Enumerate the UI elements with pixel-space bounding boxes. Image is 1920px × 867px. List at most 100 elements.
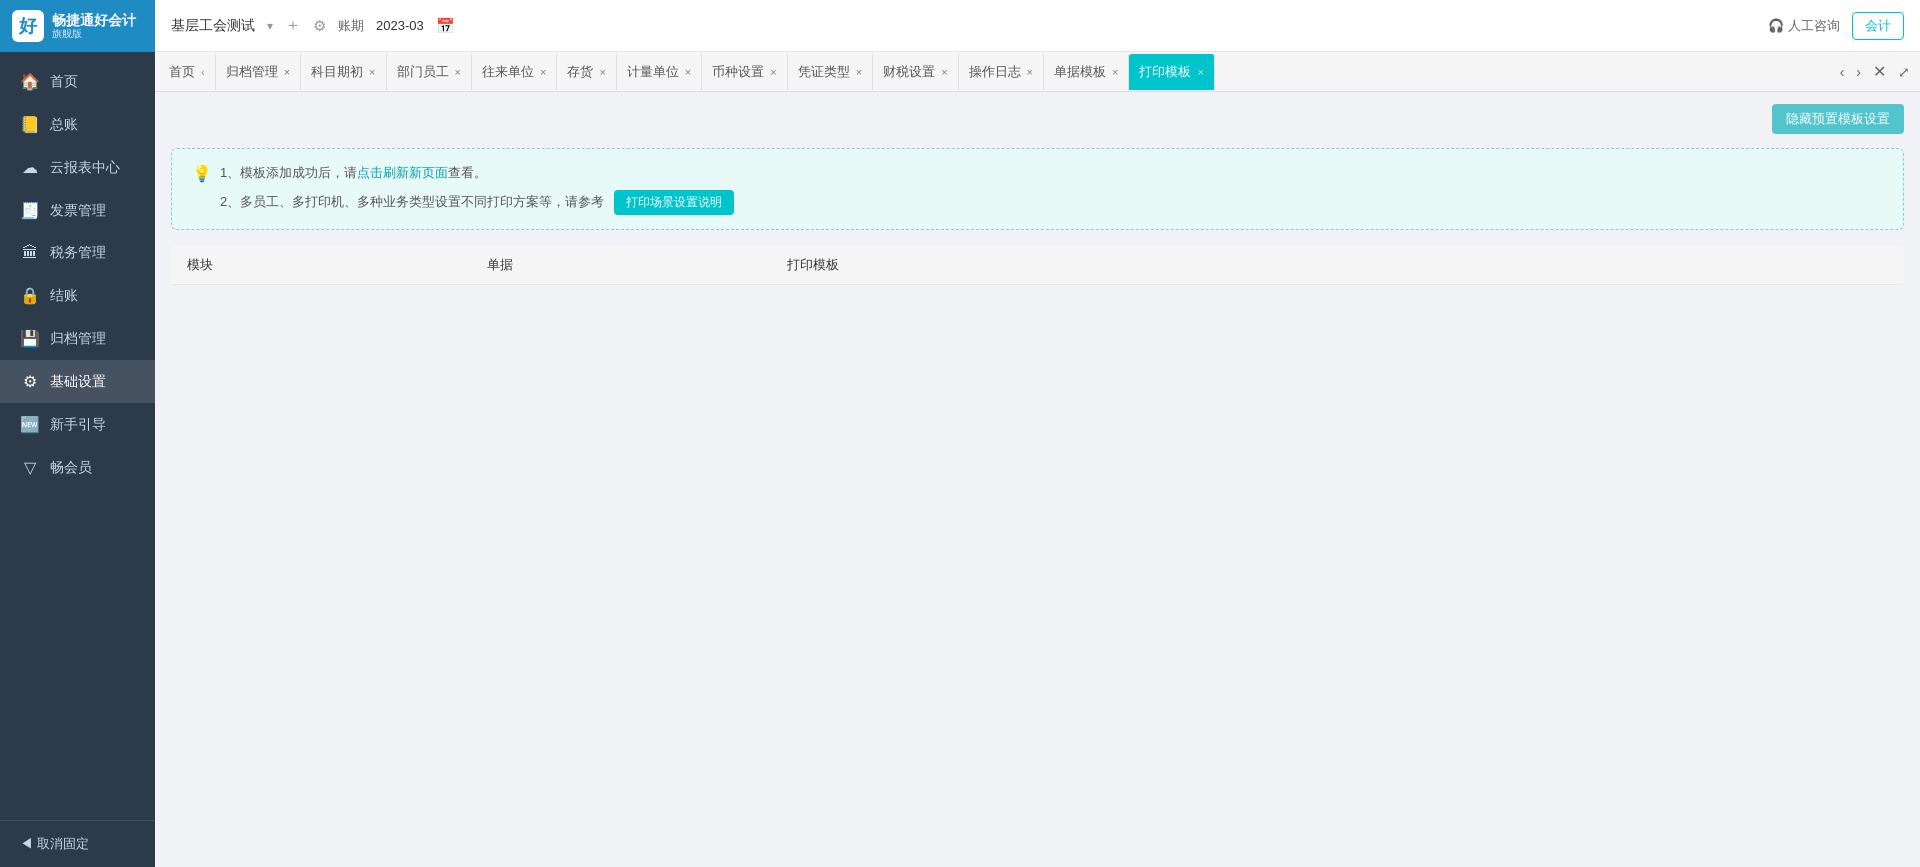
tab-nav-arrow: ‹ [201, 66, 205, 78]
tab-close-icon[interactable]: × [1197, 66, 1203, 78]
tab-close-icon[interactable]: × [540, 66, 546, 78]
sidebar-item-close[interactable]: 🔒 结账 [0, 274, 155, 317]
period-value: 2023-03 [376, 18, 424, 33]
ai-consult-button[interactable]: 🎧 人工咨询 [1768, 17, 1840, 35]
info-box: 💡 1、模板添加成功后，请点击刷新新页面查看。 2、多员工、多打印机、多种业务类… [171, 148, 1904, 230]
top-bar-right: 🎧 人工咨询 会计 [1768, 12, 1904, 40]
tab-label: 操作日志 [969, 63, 1021, 81]
tab-voucher[interactable]: 凭证类型 × [788, 54, 873, 90]
tab-close-icon[interactable]: × [284, 66, 290, 78]
close-icon: 🔒 [20, 286, 40, 305]
app-title: 畅捷通好会计 [52, 12, 136, 29]
tab-label: 计量单位 [627, 63, 679, 81]
sidebar-item-tax[interactable]: 🏛 税务管理 [0, 232, 155, 274]
sidebar-item-label: 归档管理 [50, 330, 106, 348]
logo-text: 畅捷通好会计 旗舰版 [52, 12, 136, 41]
settings-icon[interactable]: ⚙ [313, 17, 326, 35]
guide-icon: 🆕 [20, 415, 40, 434]
tab-label: 科目期初 [311, 63, 363, 81]
tab-label: 单据模板 [1054, 63, 1106, 81]
bulb-icon: 💡 [192, 164, 212, 183]
tab-print[interactable]: 打印模板× [1129, 54, 1214, 90]
sidebar-item-archive[interactable]: 💾 归档管理 [0, 317, 155, 360]
tab-close-icon[interactable]: × [599, 66, 605, 78]
tab-label: 凭证类型 [798, 63, 850, 81]
content-area: 隐藏预置模板设置 💡 1、模板添加成功后，请点击刷新新页面查看。 2、多员工、多… [155, 92, 1920, 867]
company-dropdown-icon[interactable]: ▾ [267, 19, 273, 33]
tab-expand-btn[interactable]: ⤢ [1892, 54, 1916, 90]
info-text-2: 2、多员工、多打印机、多种业务类型设置不同打印方案等，请参考 打印场景设置说明 [220, 190, 734, 215]
tab-unit[interactable]: 计量单位 × [617, 54, 702, 90]
sidebar-item-invoice[interactable]: 🧾 发票管理 [0, 189, 155, 232]
tab-close-all-btn[interactable]: ✕ [1867, 54, 1892, 90]
tab-close-icon[interactable]: × [1112, 66, 1118, 78]
sidebar-item-ledger[interactable]: 📒 总账 [0, 103, 155, 146]
add-company-icon[interactable]: ＋ [285, 15, 301, 36]
sidebar-item-label: 税务管理 [50, 244, 106, 262]
tab-next-btn[interactable]: › [1850, 54, 1867, 90]
tab-dept[interactable]: 部门员工 × [387, 54, 472, 90]
ai-label: 人工咨询 [1788, 17, 1840, 35]
top-bar: 基层工会测试 ▾ ＋ ⚙ 账期 2023-03 📅 🎧 人工咨询 会计 [155, 0, 1920, 52]
tab-label: 归档管理 [226, 63, 278, 81]
print-scene-button[interactable]: 打印场景设置说明 [614, 190, 734, 215]
sidebar-item-label: 结账 [50, 287, 78, 305]
archive-icon: 💾 [20, 329, 40, 348]
tab-label: 首页 [169, 63, 195, 81]
sidebar-item-label: 云报表中心 [50, 159, 120, 177]
settings-icon: ⚙ [20, 372, 40, 391]
tab-label: 币种设置 [712, 63, 764, 81]
hide-template-button[interactable]: 隐藏预置模板设置 [1772, 104, 1904, 134]
refresh-link[interactable]: 点击刷新新页面 [357, 165, 448, 180]
sidebar-item-label: 畅会员 [50, 459, 92, 477]
sidebar-item-label: 总账 [50, 116, 78, 134]
tab-close-icon[interactable]: × [856, 66, 862, 78]
sidebar-nav: 🏠 首页 📒 总账 ☁ 云报表中心 🧾 发票管理 🏛 税务管理 🔒 结账 💾 归… [0, 52, 155, 820]
tab-label: 存货 [567, 63, 593, 81]
sidebar-unpin[interactable]: ◀ 取消固定 [0, 820, 155, 867]
sidebar-item-label: 基础设置 [50, 373, 106, 391]
tab-subject[interactable]: 科目期初 × [301, 54, 386, 90]
tab-tax[interactable]: 财税设置× [873, 54, 958, 90]
tab-archive[interactable]: 归档管理 × [216, 54, 301, 90]
tab-currency[interactable]: 币种设置 × [702, 54, 787, 90]
calendar-icon[interactable]: 📅 [436, 17, 455, 35]
tab-inventory[interactable]: 存货 × [557, 54, 616, 90]
app-logo: 好 畅捷通好会计 旗舰版 [0, 0, 155, 52]
logo-icon: 好 [12, 10, 44, 42]
company-name: 基层工会测试 [171, 17, 255, 35]
tab-close-icon[interactable]: × [770, 66, 776, 78]
sidebar-item-guide[interactable]: 🆕 新手引导 [0, 403, 155, 446]
tab-home[interactable]: 首页 ‹ [159, 54, 216, 90]
member-icon: ▽ [20, 458, 40, 477]
tab-close-icon[interactable]: × [1027, 66, 1033, 78]
kuaiji-button[interactable]: 会计 [1852, 12, 1904, 40]
col-module: 模块 [171, 256, 471, 274]
tab-partner[interactable]: 往来单位 × [472, 54, 557, 90]
sidebar-item-member[interactable]: ▽ 畅会员 [0, 446, 155, 489]
headset-icon: 🎧 [1768, 18, 1784, 33]
sidebar-item-label: 首页 [50, 73, 78, 91]
tab-close-icon[interactable]: × [455, 66, 461, 78]
tab-oplog[interactable]: 操作日志 × [959, 54, 1044, 90]
sidebar: 好 畅捷通好会计 旗舰版 🏠 首页 📒 总账 ☁ 云报表中心 🧾 发票管理 🏛 … [0, 0, 155, 867]
unpin-label: ◀ 取消固定 [20, 835, 89, 853]
tab-close-icon[interactable]: × [369, 66, 375, 78]
tab-receipt[interactable]: 单据模板 × [1044, 54, 1129, 90]
tab-close-icon[interactable]: × [685, 66, 691, 78]
tab-close-icon[interactable]: × [941, 66, 947, 78]
period-label: 账期 [338, 17, 364, 35]
sidebar-item-reports[interactable]: ☁ 云报表中心 [0, 146, 155, 189]
app-subtitle: 旗舰版 [52, 28, 136, 40]
info-text-1: 1、模板添加成功后，请点击刷新新页面查看。 [220, 163, 487, 184]
sidebar-item-home[interactable]: 🏠 首页 [0, 60, 155, 103]
tab-label: 部门员工 [397, 63, 449, 81]
main-area: 基层工会测试 ▾ ＋ ⚙ 账期 2023-03 📅 🎧 人工咨询 会计 首页 ‹ 归… [155, 0, 1920, 867]
tab-bar: 首页‹归档管理×科目期初×部门员工×往来单位×存货×计量单位×币种设置×凭证类型… [155, 52, 1920, 92]
info-row-1: 💡 1、模板添加成功后，请点击刷新新页面查看。 [192, 163, 1883, 184]
data-table: 模块 单据 打印模板 [171, 246, 1904, 285]
table-header: 模块 单据 打印模板 [171, 246, 1904, 285]
tab-label: 往来单位 [482, 63, 534, 81]
sidebar-item-settings[interactable]: ⚙ 基础设置 [0, 360, 155, 403]
tab-prev-btn[interactable]: ‹ [1834, 54, 1851, 90]
